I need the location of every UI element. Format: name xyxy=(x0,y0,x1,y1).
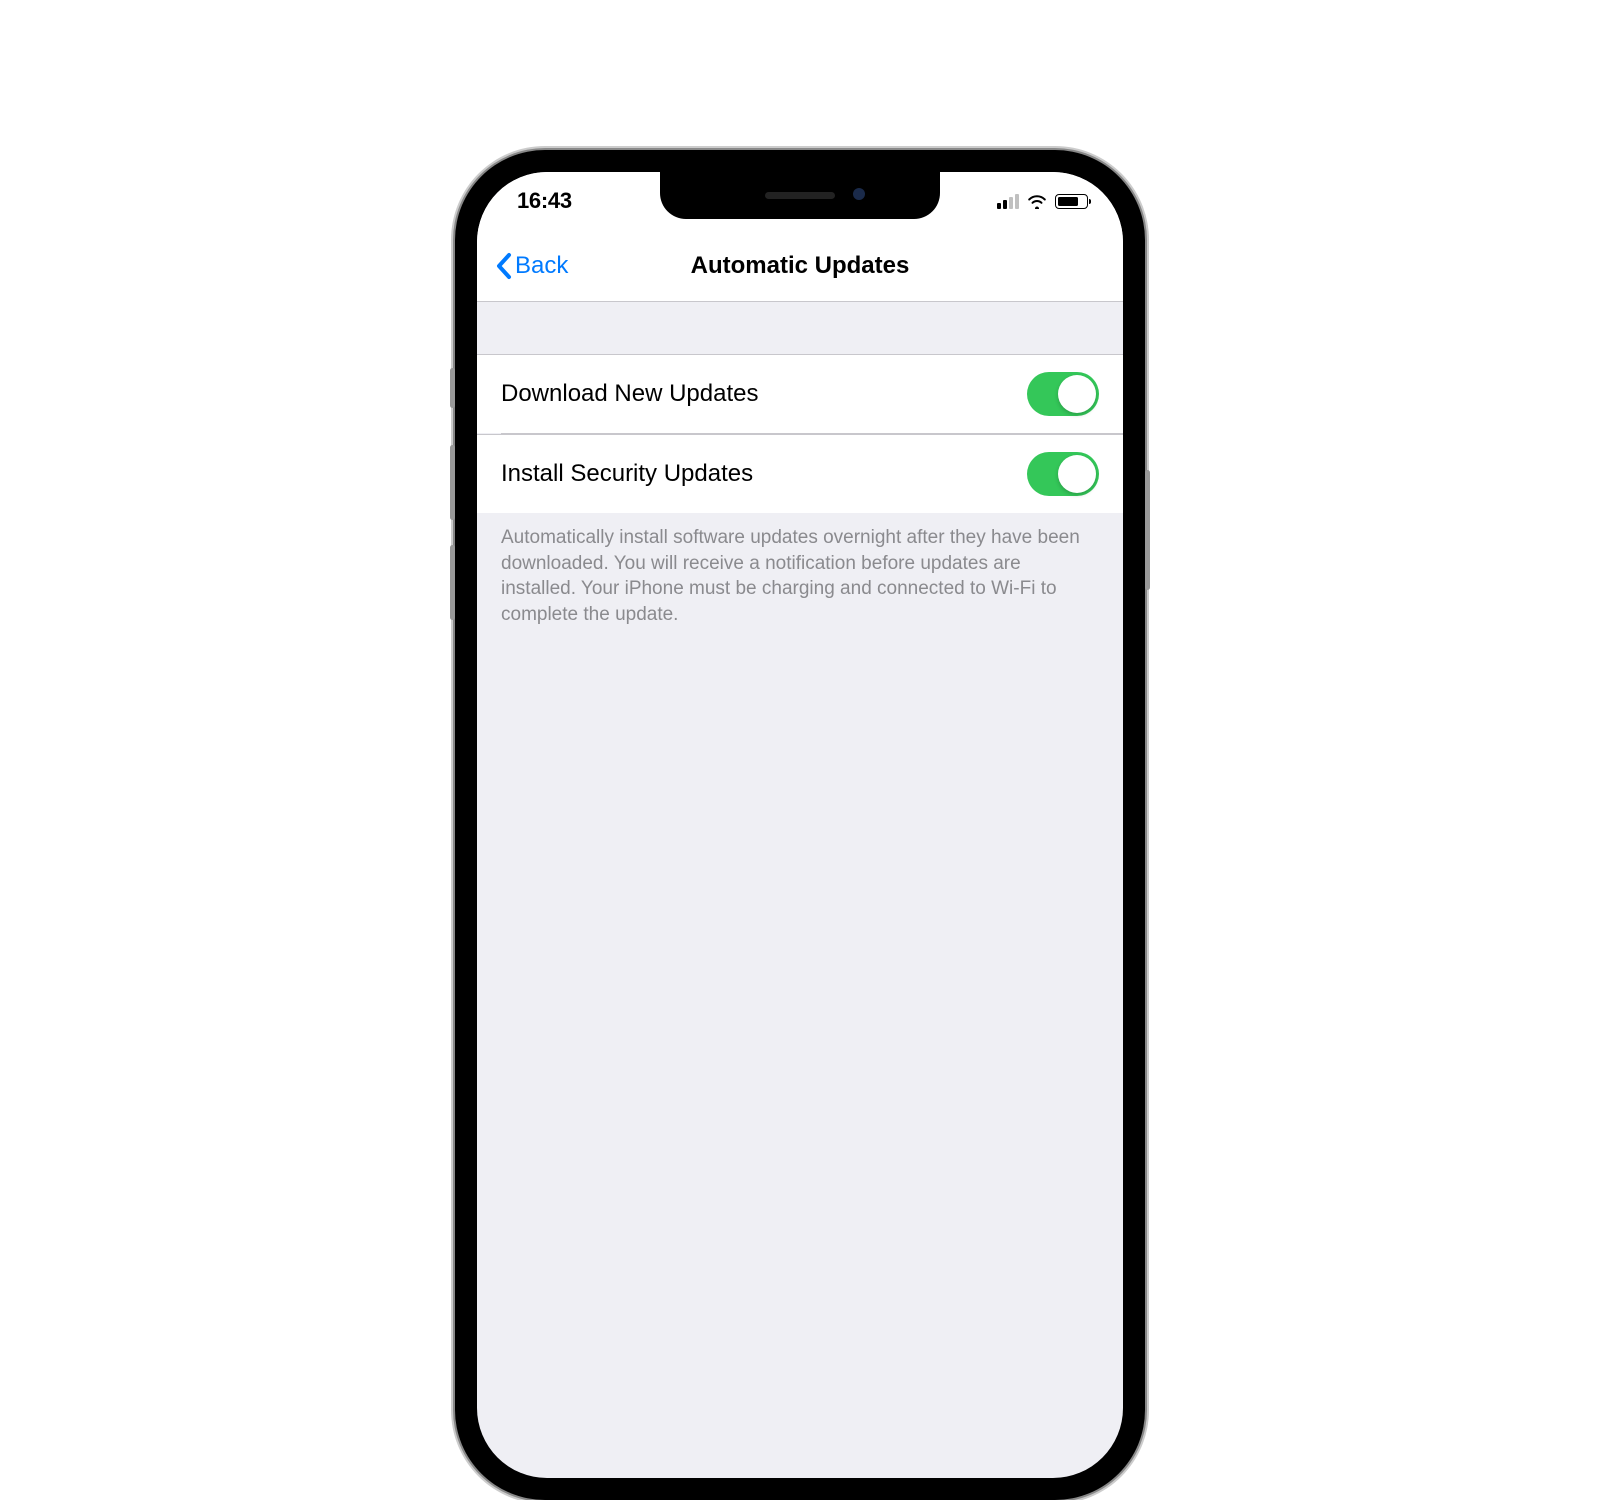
volume-up-button xyxy=(450,445,455,520)
phone-screen: 16:43 xyxy=(477,172,1123,1478)
back-button[interactable]: Back xyxy=(495,252,568,280)
front-camera xyxy=(853,188,865,200)
chevron-left-icon xyxy=(495,252,512,280)
setting-row-install-security-updates: Install Security Updates xyxy=(477,434,1123,513)
section-footer-text: Automatically install software updates o… xyxy=(477,513,1123,640)
battery-icon xyxy=(1055,194,1088,209)
setting-label: Download New Updates xyxy=(501,380,758,408)
wifi-icon xyxy=(1026,193,1048,209)
status-icons xyxy=(997,193,1088,209)
phone-device-frame: 16:43 xyxy=(455,150,1145,1500)
phone-notch xyxy=(660,172,940,219)
back-label: Back xyxy=(515,252,568,280)
page-title: Automatic Updates xyxy=(691,252,910,280)
power-button xyxy=(1145,470,1150,590)
toggle-install-security-updates[interactable] xyxy=(1027,452,1099,496)
settings-content: Download New Updates Install Security Up… xyxy=(477,302,1123,640)
volume-down-button xyxy=(450,545,455,620)
cellular-signal-icon xyxy=(997,194,1019,209)
status-time: 16:43 xyxy=(517,188,572,214)
speaker-grille xyxy=(765,192,835,199)
navigation-bar: Back Automatic Updates xyxy=(477,230,1123,302)
setting-row-download-updates: Download New Updates xyxy=(477,354,1123,433)
setting-label: Install Security Updates xyxy=(501,460,753,488)
mute-switch xyxy=(450,368,455,408)
toggle-download-updates[interactable] xyxy=(1027,372,1099,416)
